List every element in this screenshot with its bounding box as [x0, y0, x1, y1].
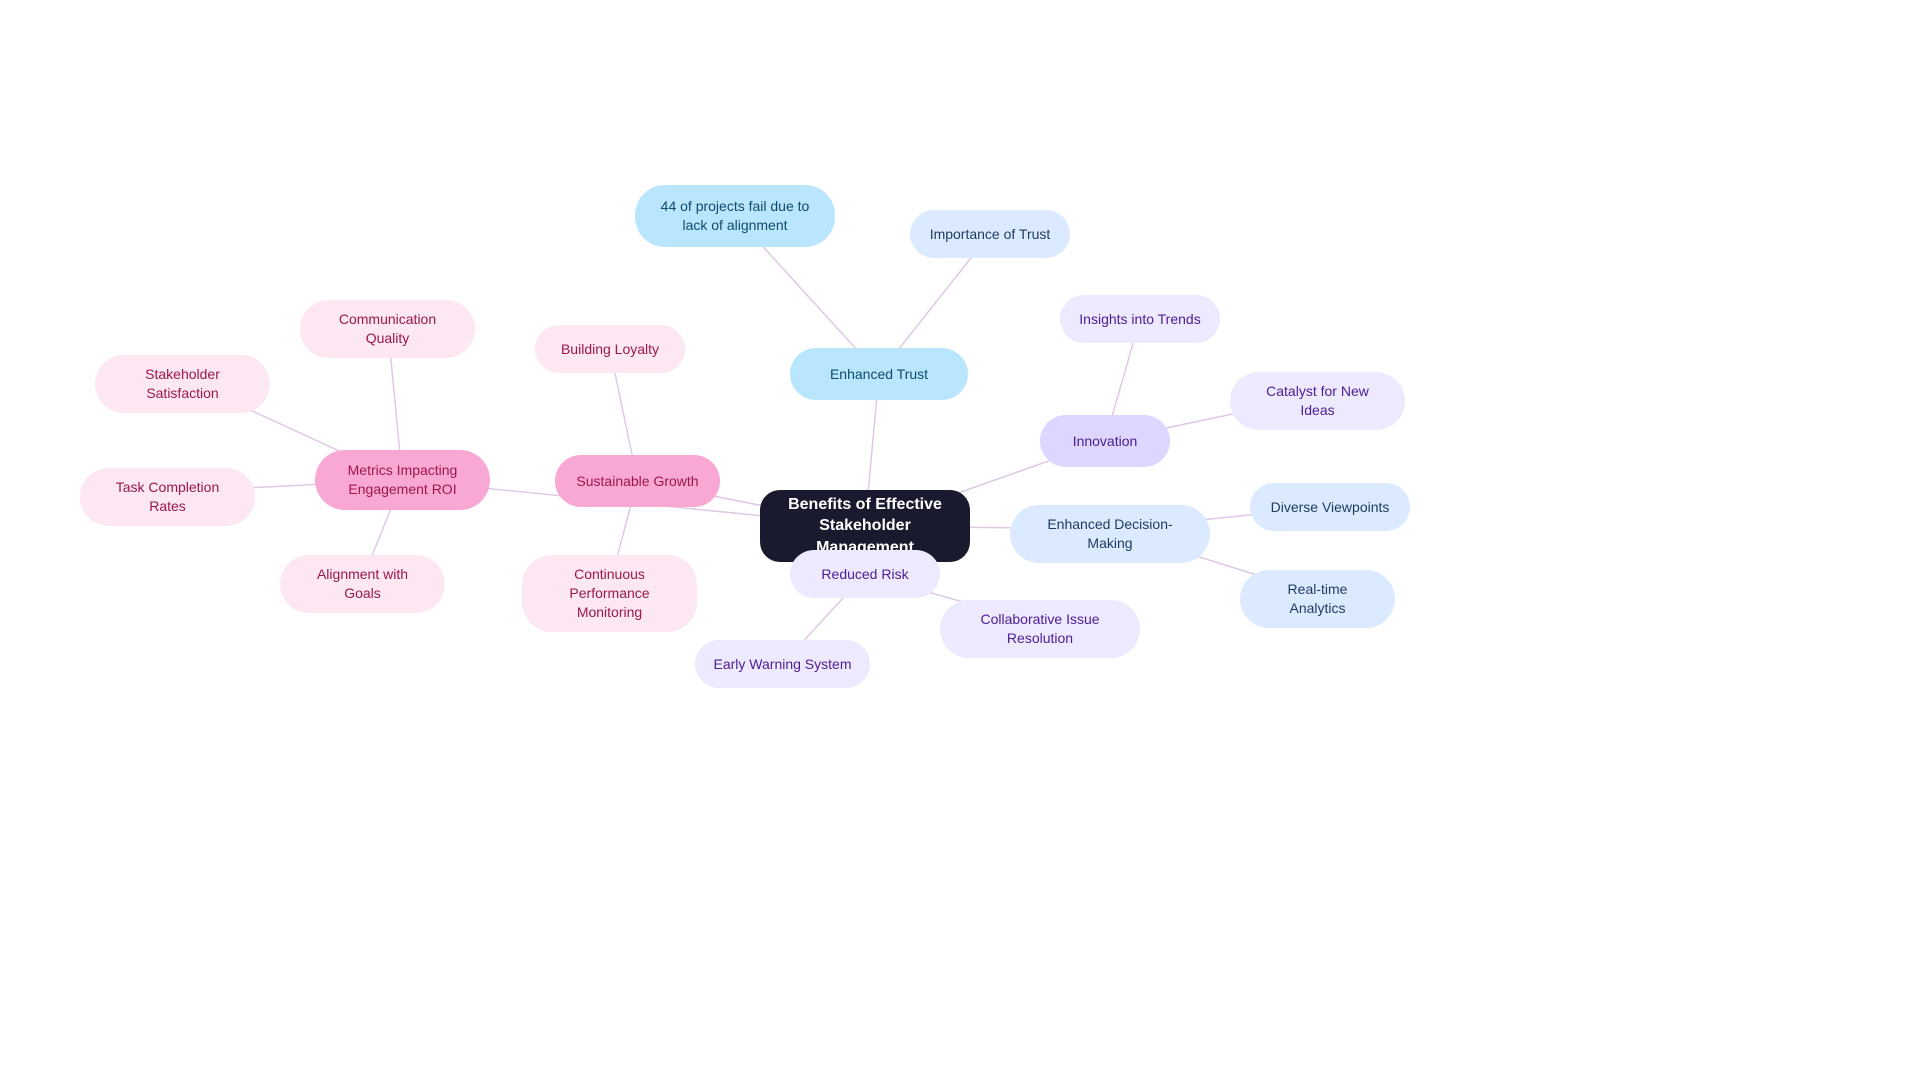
mindmap-container: Benefits of Effective Stakeholder Manage…: [0, 0, 1920, 1083]
innovation-node: Innovation: [1040, 415, 1170, 467]
task-completion-node: Task Completion Rates: [80, 468, 255, 526]
enhanced-decision-node: Enhanced Decision-Making: [1010, 505, 1210, 563]
building-loyalty-node: Building Loyalty: [535, 325, 685, 373]
diverse-viewpoints-node: Diverse Viewpoints: [1250, 483, 1410, 531]
metrics-impacting-node: Metrics Impacting Engagement ROI: [315, 450, 490, 510]
early-warning-node: Early Warning System: [695, 640, 870, 688]
44-projects-node: 44 of projects fail due to lack of align…: [635, 185, 835, 247]
importance-of-trust-node: Importance of Trust: [910, 210, 1070, 258]
realtime-analytics-node: Real-time Analytics: [1240, 570, 1395, 628]
collaborative-issue-node: Collaborative Issue Resolution: [940, 600, 1140, 658]
catalyst-new-ideas-node: Catalyst for New Ideas: [1230, 372, 1405, 430]
enhanced-trust-node: Enhanced Trust: [790, 348, 968, 400]
continuous-monitoring-node: Continuous Performance Monitoring: [522, 555, 697, 632]
stakeholder-satisfaction-node: Stakeholder Satisfaction: [95, 355, 270, 413]
alignment-goals-node: Alignment with Goals: [280, 555, 445, 613]
communication-quality-node: Communication Quality: [300, 300, 475, 358]
insights-trends-node: Insights into Trends: [1060, 295, 1220, 343]
reduced-risk-node: Reduced Risk: [790, 550, 940, 598]
sustainable-growth-node: Sustainable Growth: [555, 455, 720, 507]
